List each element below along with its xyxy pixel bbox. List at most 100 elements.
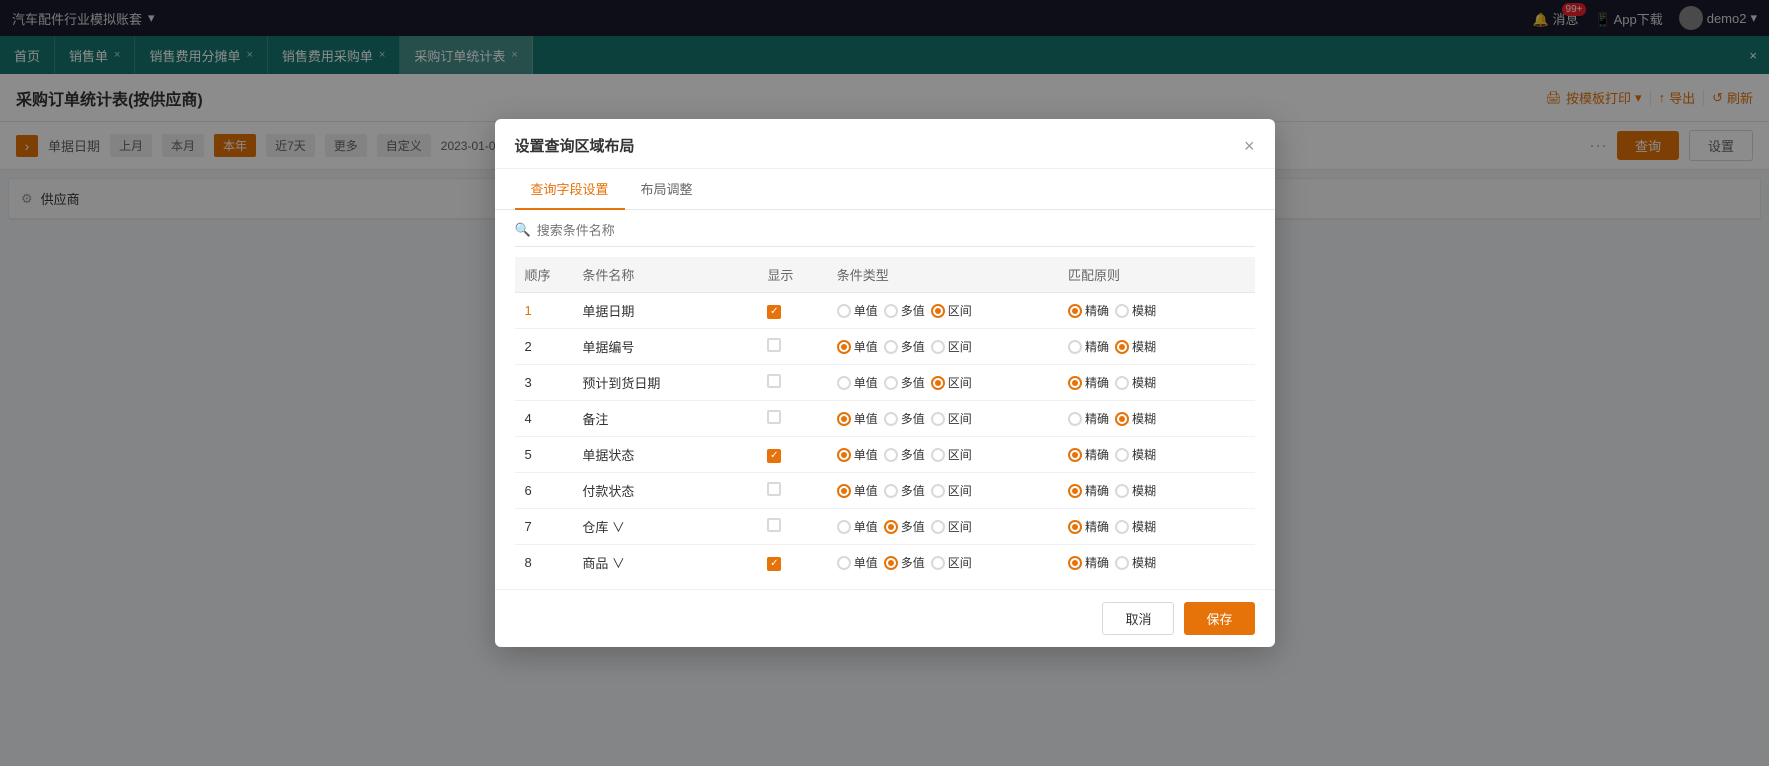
cell-display[interactable]: ✓ xyxy=(757,437,826,473)
cell-type: 单值多值区间 xyxy=(827,365,1058,401)
dialog-tab-bar: 查询字段设置 布局调整 xyxy=(495,169,1275,210)
radio-match-fuzzy[interactable]: 模糊 xyxy=(1115,338,1156,355)
radio-match-fuzzy[interactable]: 模糊 xyxy=(1115,482,1156,499)
radio-type-single[interactable]: 单值 xyxy=(837,518,878,535)
radio-match-precise[interactable]: 精确 xyxy=(1068,446,1109,463)
radio-type-multiple[interactable]: 多值 xyxy=(884,482,925,499)
dialog-tab-layout[interactable]: 布局调整 xyxy=(625,169,709,210)
radio-type-range[interactable]: 区间 xyxy=(931,446,972,463)
radio-type-multiple[interactable]: 多值 xyxy=(884,554,925,571)
radio-type-range[interactable]: 区间 xyxy=(931,374,972,391)
cell-name: 单据编号 xyxy=(572,329,757,365)
cell-type: 单值多值区间 xyxy=(827,545,1058,578)
table-row: 1单据日期✓单值多值区间精确模糊 xyxy=(515,293,1255,329)
cell-match: 精确模糊 xyxy=(1058,401,1255,437)
cell-display[interactable]: ✓ xyxy=(757,545,826,578)
cell-order: 6 xyxy=(515,473,573,509)
radio-type-single[interactable]: 单值 xyxy=(837,446,878,463)
radio-match-fuzzy[interactable]: 模糊 xyxy=(1115,554,1156,571)
radio-type-single[interactable]: 单值 xyxy=(837,410,878,427)
cell-order: 4 xyxy=(515,401,573,437)
radio-match-precise[interactable]: 精确 xyxy=(1068,518,1109,535)
cell-match: 精确模糊 xyxy=(1058,293,1255,329)
conditions-table-scroll[interactable]: 顺序 条件名称 显示 条件类型 匹配原则 1单据日期✓单值多值区间精确模糊2单据… xyxy=(515,257,1255,577)
cell-type: 单值多值区间 xyxy=(827,329,1058,365)
th-order: 顺序 xyxy=(515,257,573,293)
radio-type-single[interactable]: 单值 xyxy=(837,482,878,499)
radio-match-fuzzy[interactable]: 模糊 xyxy=(1115,410,1156,427)
cell-type: 单值多值区间 xyxy=(827,401,1058,437)
cell-display[interactable] xyxy=(757,509,826,545)
th-display: 显示 xyxy=(757,257,826,293)
cell-match: 精确模糊 xyxy=(1058,545,1255,578)
dialog-tab-fields[interactable]: 查询字段设置 xyxy=(515,169,625,210)
radio-type-range[interactable]: 区间 xyxy=(931,302,972,319)
search-input[interactable] xyxy=(537,223,1255,238)
cell-display[interactable]: ✓ xyxy=(757,293,826,329)
radio-type-multiple[interactable]: 多值 xyxy=(884,374,925,391)
radio-match-fuzzy[interactable]: 模糊 xyxy=(1115,302,1156,319)
cell-display[interactable] xyxy=(757,473,826,509)
radio-type-multiple[interactable]: 多值 xyxy=(884,518,925,535)
radio-match-precise[interactable]: 精确 xyxy=(1068,410,1109,427)
radio-type-multiple[interactable]: 多值 xyxy=(884,410,925,427)
dialog-close-button[interactable]: × xyxy=(1244,137,1255,155)
dialog-body: 🔍 顺序 条件名称 显示 条件类型 匹配原则 xyxy=(495,210,1275,589)
search-icon: 🔍 xyxy=(515,222,531,238)
radio-type-single[interactable]: 单值 xyxy=(837,302,878,319)
radio-type-range[interactable]: 区间 xyxy=(931,518,972,535)
cancel-button[interactable]: 取消 xyxy=(1102,602,1174,635)
radio-type-range[interactable]: 区间 xyxy=(931,410,972,427)
radio-type-range[interactable]: 区间 xyxy=(931,482,972,499)
radio-type-single[interactable]: 单值 xyxy=(837,554,878,571)
display-checkbox[interactable] xyxy=(767,410,781,424)
radio-type-multiple[interactable]: 多值 xyxy=(884,446,925,463)
cell-order: 7 xyxy=(515,509,573,545)
dialog-footer: 取消 保存 xyxy=(495,589,1275,647)
th-type: 条件类型 xyxy=(827,257,1058,293)
cell-name: 仓库 ∨ xyxy=(572,509,757,545)
cell-display[interactable] xyxy=(757,401,826,437)
dialog-title: 设置查询区域布局 xyxy=(515,135,635,156)
radio-type-range[interactable]: 区间 xyxy=(931,554,972,571)
radio-match-fuzzy[interactable]: 模糊 xyxy=(1115,446,1156,463)
table-row: 4备注单值多值区间精确模糊 xyxy=(515,401,1255,437)
cell-display[interactable] xyxy=(757,365,826,401)
cell-order: 5 xyxy=(515,437,573,473)
radio-match-fuzzy[interactable]: 模糊 xyxy=(1115,374,1156,391)
th-name: 条件名称 xyxy=(572,257,757,293)
cell-type: 单值多值区间 xyxy=(827,509,1058,545)
cell-type: 单值多值区间 xyxy=(827,473,1058,509)
cell-name: 付款状态 xyxy=(572,473,757,509)
radio-match-precise[interactable]: 精确 xyxy=(1068,302,1109,319)
display-checkbox[interactable] xyxy=(767,374,781,388)
radio-match-precise[interactable]: 精确 xyxy=(1068,374,1109,391)
display-checkbox[interactable] xyxy=(767,482,781,496)
radio-match-precise[interactable]: 精确 xyxy=(1068,482,1109,499)
cell-order: 8 xyxy=(515,545,573,578)
table-row: 2单据编号单值多值区间精确模糊 xyxy=(515,329,1255,365)
conditions-table: 顺序 条件名称 显示 条件类型 匹配原则 1单据日期✓单值多值区间精确模糊2单据… xyxy=(515,257,1255,577)
cell-type: 单值多值区间 xyxy=(827,293,1058,329)
display-checkbox[interactable]: ✓ xyxy=(767,449,781,463)
radio-type-single[interactable]: 单值 xyxy=(837,374,878,391)
dialog-header: 设置查询区域布局 × xyxy=(495,119,1275,169)
cell-display[interactable] xyxy=(757,329,826,365)
save-button[interactable]: 保存 xyxy=(1184,602,1254,635)
display-checkbox[interactable]: ✓ xyxy=(767,305,781,319)
modal-overlay: 设置查询区域布局 × 查询字段设置 布局调整 🔍 xyxy=(0,0,1769,766)
radio-match-fuzzy[interactable]: 模糊 xyxy=(1115,518,1156,535)
radio-type-single[interactable]: 单值 xyxy=(837,338,878,355)
radio-type-range[interactable]: 区间 xyxy=(931,338,972,355)
radio-type-multiple[interactable]: 多值 xyxy=(884,338,925,355)
table-row: 3预计到货日期单值多值区间精确模糊 xyxy=(515,365,1255,401)
th-match: 匹配原则 xyxy=(1058,257,1255,293)
radio-match-precise[interactable]: 精确 xyxy=(1068,338,1109,355)
display-checkbox[interactable]: ✓ xyxy=(767,557,781,571)
radio-type-multiple[interactable]: 多值 xyxy=(884,302,925,319)
display-checkbox[interactable] xyxy=(767,518,781,532)
cell-order: 2 xyxy=(515,329,573,365)
display-checkbox[interactable] xyxy=(767,338,781,352)
radio-match-precise[interactable]: 精确 xyxy=(1068,554,1109,571)
cell-match: 精确模糊 xyxy=(1058,473,1255,509)
